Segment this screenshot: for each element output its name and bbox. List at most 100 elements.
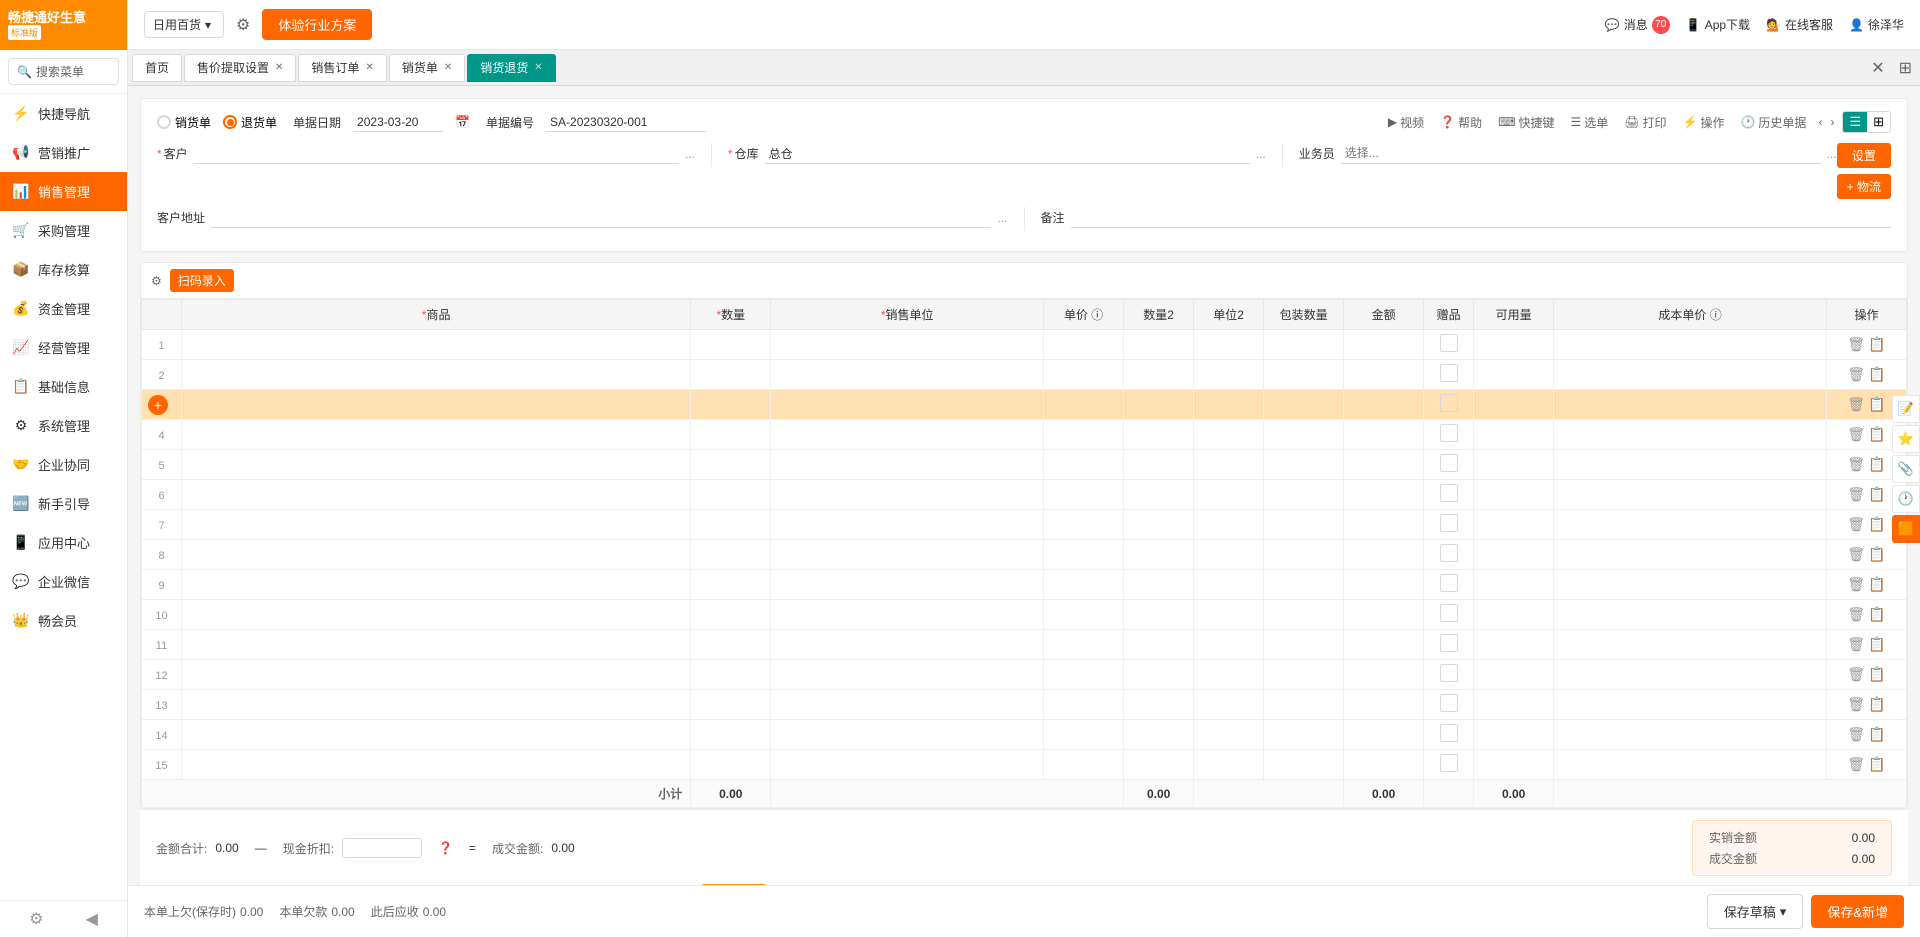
copy-row-btn[interactable]: 📋 <box>1868 426 1885 442</box>
delete-row-btn[interactable]: 🗑 <box>1847 636 1865 652</box>
float-active-btn[interactable]: 🟧 <box>1892 515 1920 543</box>
copy-row-btn[interactable]: 📋 <box>1868 486 1885 502</box>
delete-row-btn[interactable]: 🗑 <box>1847 726 1865 742</box>
sidebar-item-marketing[interactable]: 📢 营销推广 <box>0 133 127 172</box>
delete-row-btn[interactable]: 🗑 <box>1847 576 1865 592</box>
search-menu-button[interactable]: 🔍 搜索菜单 <box>8 58 119 85</box>
delete-row-btn[interactable]: 🗑 <box>1847 486 1865 502</box>
sidebar-item-enterprise-wechat[interactable]: 💬 企业微信 <box>0 562 127 601</box>
tab-sales-return-close[interactable]: ✕ <box>534 54 542 82</box>
product-cell[interactable] <box>182 360 691 390</box>
gift-checkbox[interactable] <box>1440 604 1458 622</box>
product-cell[interactable] <box>182 630 691 660</box>
delete-row-btn[interactable]: 🗑 <box>1847 666 1865 682</box>
select-btn[interactable]: ☰ 选单 <box>1566 112 1612 133</box>
product-cell[interactable] <box>182 330 691 360</box>
gift-checkbox[interactable] <box>1440 334 1458 352</box>
radio-delivery[interactable]: 销货单 <box>157 114 211 131</box>
sidebar-item-inventory[interactable]: 📦 库存核算 <box>0 250 127 289</box>
product-input[interactable] <box>188 398 684 412</box>
sidebar-item-purchase[interactable]: 🛒 采购管理 <box>0 211 127 250</box>
gift-checkbox[interactable] <box>1440 634 1458 652</box>
expand-btn[interactable]: ⊞ <box>1895 58 1916 78</box>
float-note-btn[interactable]: 📝 <box>1892 395 1920 423</box>
salesperson-dots[interactable]: ... <box>1827 147 1837 161</box>
product-cell[interactable] <box>182 390 691 420</box>
delete-row-btn[interactable]: 🗑 <box>1847 396 1865 412</box>
copy-row-btn[interactable]: 📋 <box>1868 396 1885 412</box>
product-cell[interactable] <box>182 690 691 720</box>
prev-btn[interactable]: ‹ <box>1818 115 1822 129</box>
tab-sale-price-close[interactable]: ✕ <box>275 54 283 82</box>
delete-row-btn[interactable]: 🗑 <box>1847 366 1865 382</box>
address-dots[interactable]: ... <box>997 211 1007 225</box>
history-btn[interactable]: 🕐 历史单据 <box>1736 112 1810 133</box>
gift-checkbox[interactable] <box>1440 754 1458 772</box>
copy-row-btn[interactable]: 📋 <box>1868 696 1885 712</box>
save-draft-btn[interactable]: 保存草稿 ▾ <box>1707 894 1804 929</box>
copy-row-btn[interactable]: 📋 <box>1868 606 1885 622</box>
collapse-icon[interactable]: ◀ <box>86 909 98 929</box>
tab-sales-order[interactable]: 销售订单 ✕ <box>298 54 386 82</box>
gift-checkbox[interactable] <box>1440 694 1458 712</box>
sidebar-item-basic-info[interactable]: 📋 基础信息 <box>0 367 127 406</box>
tab-home[interactable]: 首页 <box>132 54 182 82</box>
close-all-btn[interactable]: ✕ <box>1863 58 1892 78</box>
app-download-btn[interactable]: 📱 App下载 <box>1686 16 1750 33</box>
cash-discount-input[interactable] <box>342 838 422 858</box>
delete-row-btn[interactable]: 🗑 <box>1847 426 1865 442</box>
product-cell[interactable] <box>182 450 691 480</box>
gift-checkbox[interactable] <box>1440 664 1458 682</box>
help-btn[interactable]: ❓ 帮助 <box>1436 112 1486 133</box>
online-service-btn[interactable]: 💁 在线客服 <box>1766 16 1833 33</box>
address-input[interactable] <box>211 207 991 228</box>
message-btn[interactable]: 💬 消息 70 <box>1605 16 1670 34</box>
save-new-btn[interactable]: 保存&新增 <box>1811 895 1904 928</box>
sidebar-item-member[interactable]: 👑 畅会员 <box>0 601 127 640</box>
tab-sales-order-close[interactable]: ✕ <box>365 54 373 82</box>
sidebar-item-sales[interactable]: 📊 销售管理 <box>0 172 127 211</box>
delete-row-btn[interactable]: 🗑 <box>1847 516 1865 532</box>
product-cell[interactable] <box>182 570 691 600</box>
question-icon[interactable]: ❓ <box>438 841 453 855</box>
sidebar-item-enterprise[interactable]: 🤝 企业协同 <box>0 445 127 484</box>
sidebar-item-system[interactable]: ⚙ 系统管理 <box>0 406 127 445</box>
logistics-btn[interactable]: + 物流 <box>1837 174 1891 199</box>
video-btn[interactable]: ▶ 视频 <box>1384 112 1428 133</box>
sidebar-item-app-center[interactable]: 📱 应用中心 <box>0 523 127 562</box>
copy-row-btn[interactable]: 📋 <box>1868 576 1885 592</box>
add-row-btn[interactable]: + <box>148 395 168 415</box>
salesperson-input[interactable] <box>1341 143 1821 164</box>
copy-row-btn[interactable]: 📋 <box>1868 546 1885 562</box>
float-attach-btn[interactable]: 📎 <box>1892 455 1920 483</box>
settings-btn[interactable]: 设置 <box>1837 143 1891 168</box>
delete-row-btn[interactable]: 🗑 <box>1847 336 1865 352</box>
gift-checkbox[interactable] <box>1440 724 1458 742</box>
warehouse-dots[interactable]: ... <box>1256 147 1266 161</box>
gift-checkbox[interactable] <box>1440 544 1458 562</box>
print-btn[interactable]: 🖨 打印 <box>1620 112 1670 133</box>
tab-sales-delivery[interactable]: 销货单 ✕ <box>389 54 465 82</box>
customer-input[interactable] <box>194 143 679 164</box>
gift-checkbox[interactable] <box>1440 514 1458 532</box>
product-cell[interactable] <box>182 540 691 570</box>
sidebar-item-finance[interactable]: 💰 资金管理 <box>0 289 127 328</box>
radio-return[interactable]: 退货单 <box>223 114 277 131</box>
delete-row-btn[interactable]: 🗑 <box>1847 756 1865 772</box>
calendar-icon[interactable]: 📅 <box>455 115 470 129</box>
warehouse-input[interactable] <box>765 143 1250 164</box>
copy-row-btn[interactable]: 📋 <box>1868 636 1885 652</box>
copy-row-btn[interactable]: 📋 <box>1868 336 1885 352</box>
next-btn[interactable]: › <box>1830 115 1834 129</box>
delete-row-btn[interactable]: 🗑 <box>1847 606 1865 622</box>
copy-row-btn[interactable]: 📋 <box>1868 456 1885 472</box>
product-cell[interactable] <box>182 660 691 690</box>
product-cell[interactable] <box>182 420 691 450</box>
copy-row-btn[interactable]: 📋 <box>1868 726 1885 742</box>
float-history-btn[interactable]: 🕐 <box>1892 485 1920 513</box>
gift-checkbox[interactable] <box>1440 454 1458 472</box>
product-cell[interactable] <box>182 480 691 510</box>
sidebar-item-operations[interactable]: 📈 经营管理 <box>0 328 127 367</box>
sidebar-item-quick-nav[interactable]: ⚡ 快捷导航 <box>0 94 127 133</box>
product-cell[interactable] <box>182 720 691 750</box>
